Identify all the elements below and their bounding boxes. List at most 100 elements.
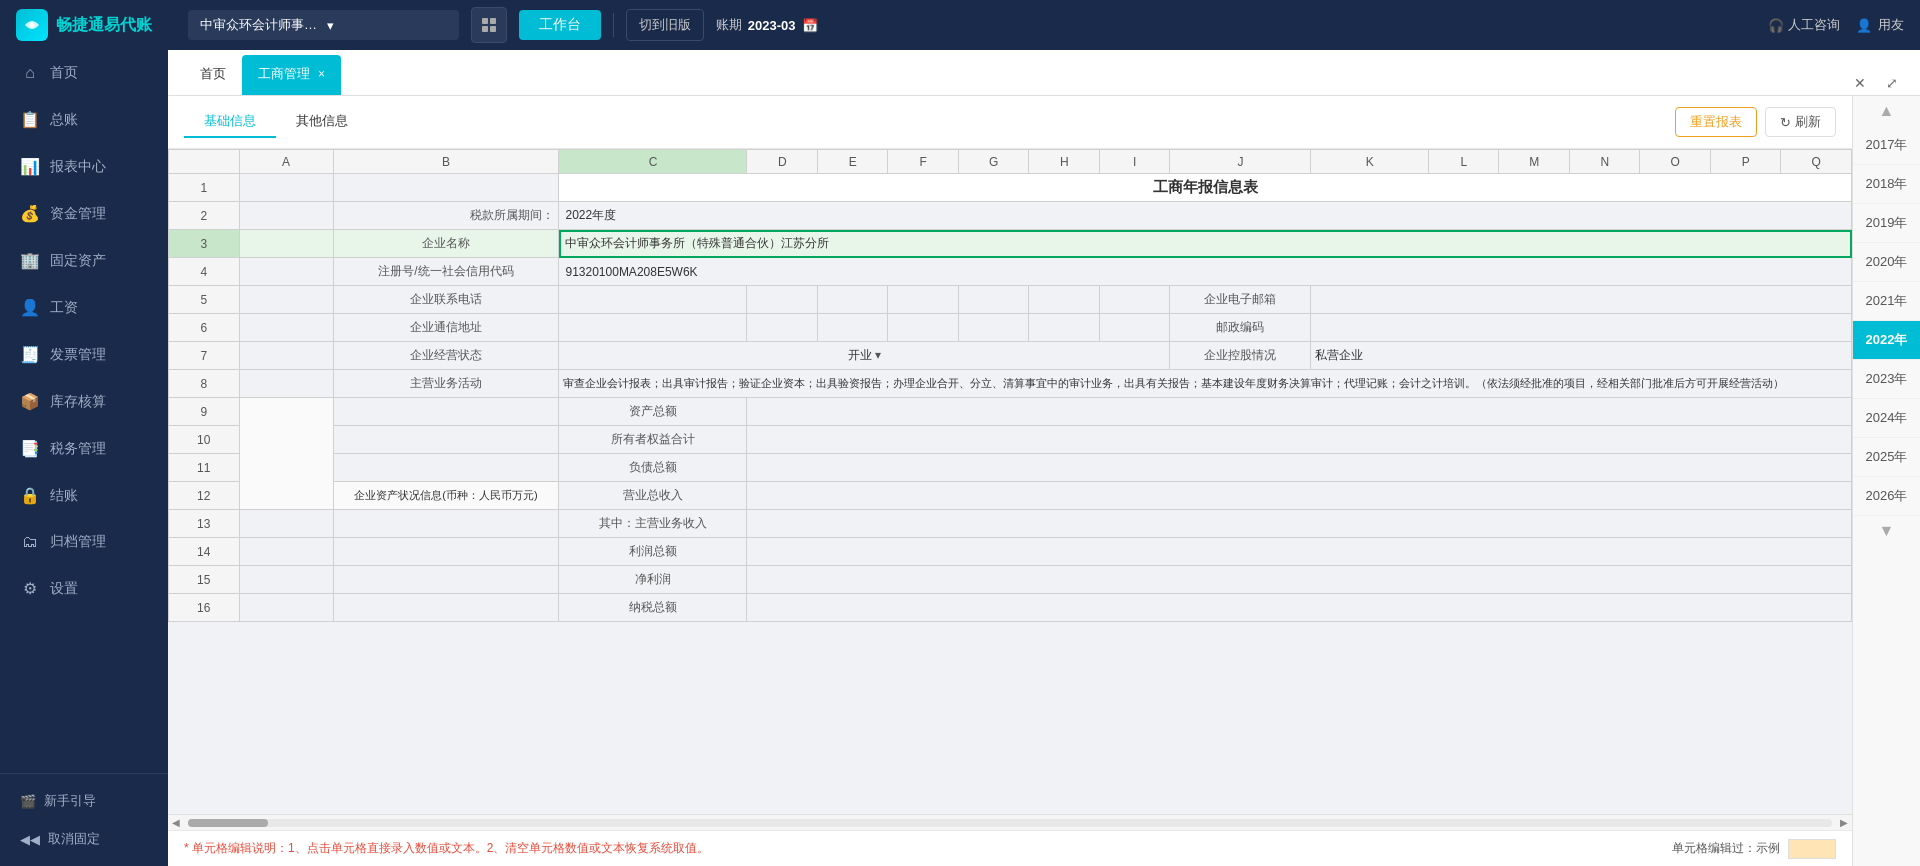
year-item-2018[interactable]: 2018年 xyxy=(1853,165,1920,204)
cell-10-d[interactable] xyxy=(747,426,1852,454)
year-item-2023[interactable]: 2023年 xyxy=(1853,360,1920,399)
calendar-icon[interactable]: 📅 xyxy=(802,18,818,33)
cell-4-c[interactable]: 91320100MA208E5W6K xyxy=(559,258,1852,286)
company-selector[interactable]: 中审众环会计师事务所（特殊普通合伙... ▾ xyxy=(188,10,459,40)
cell-11-c[interactable]: 负债总额 xyxy=(559,454,747,482)
cell-9-b[interactable] xyxy=(333,398,559,426)
cell-14-b[interactable] xyxy=(333,538,559,566)
cell-9-d[interactable] xyxy=(747,398,1852,426)
cell-5-g[interactable] xyxy=(958,286,1029,314)
year-item-2017[interactable]: 2017年 xyxy=(1853,126,1920,165)
cell-12-c[interactable]: 营业总收入 xyxy=(559,482,747,510)
cell-8-a[interactable] xyxy=(239,370,333,398)
sidebar-item-inventory[interactable]: 📦 库存核算 xyxy=(0,378,168,425)
expand-window-icon[interactable]: ⤢ xyxy=(1880,71,1904,95)
cell-6-e[interactable] xyxy=(817,314,888,342)
cell-14-a[interactable] xyxy=(239,538,333,566)
cell-2-c[interactable]: 2022年度 xyxy=(559,202,1852,230)
cell-11-d[interactable] xyxy=(747,454,1852,482)
year-item-2025[interactable]: 2025年 xyxy=(1853,438,1920,477)
sidebar-item-close[interactable]: 🔒 结账 xyxy=(0,472,168,519)
cell-16-d[interactable] xyxy=(747,594,1852,622)
cell-8-c[interactable]: 审查企业会计报表；出具审计报告；验证企业资本；出具验资报告；办理企业合开、分立、… xyxy=(559,370,1852,398)
cell-5-b[interactable]: 企业联系电话 xyxy=(333,286,559,314)
sidebar-item-fund[interactable]: 💰 资金管理 xyxy=(0,190,168,237)
cell-15-b[interactable] xyxy=(333,566,559,594)
service-button[interactable]: 🎧 人工咨询 xyxy=(1768,16,1840,34)
company-icon-btn[interactable] xyxy=(471,7,507,43)
cell-1-a[interactable] xyxy=(239,174,333,202)
scroll-left-arrow[interactable]: ◀ xyxy=(168,815,184,831)
cell-6-b[interactable]: 企业通信地址 xyxy=(333,314,559,342)
cell-9-a[interactable] xyxy=(239,398,333,510)
cell-3-c[interactable]: 中审众环会计师事务所（特殊普通合伙）江苏分所 xyxy=(559,230,1852,258)
sidebar-item-report[interactable]: 📊 报表中心 xyxy=(0,143,168,190)
cell-12-d[interactable] xyxy=(747,482,1852,510)
cell-6-a[interactable] xyxy=(239,314,333,342)
sub-tab-basic[interactable]: 基础信息 xyxy=(184,106,276,138)
cell-6-h[interactable] xyxy=(1029,314,1100,342)
tab-home[interactable]: 首页 xyxy=(184,55,242,95)
cell-5-f[interactable] xyxy=(888,286,959,314)
year-item-2024[interactable]: 2024年 xyxy=(1853,399,1920,438)
cell-5-i[interactable] xyxy=(1099,286,1170,314)
cell-5-a[interactable] xyxy=(239,286,333,314)
horizontal-scrollbar[interactable]: ◀ ▶ xyxy=(168,814,1852,830)
cell-13-a[interactable] xyxy=(239,510,333,538)
cell-title[interactable]: 工商年报信息表 xyxy=(559,174,1852,202)
cell-16-c[interactable]: 纳税总额 xyxy=(559,594,747,622)
cell-14-c[interactable]: 利润总额 xyxy=(559,538,747,566)
old-version-button[interactable]: 切到旧版 xyxy=(626,9,704,41)
sidebar-item-ledger[interactable]: 📋 总账 xyxy=(0,96,168,143)
new-guide-item[interactable]: 🎬 新手引导 xyxy=(0,782,168,820)
cell-9-c[interactable]: 资产总额 xyxy=(559,398,747,426)
cell-7-k[interactable]: 私营企业 xyxy=(1311,342,1852,370)
cell-5-d[interactable] xyxy=(747,286,818,314)
cell-16-a[interactable] xyxy=(239,594,333,622)
tab-close-icon[interactable]: × xyxy=(318,67,325,81)
cell-6-c[interactable] xyxy=(559,314,747,342)
cell-6-f[interactable] xyxy=(888,314,959,342)
year-item-2021[interactable]: 2021年 xyxy=(1853,282,1920,321)
cell-2-a[interactable] xyxy=(239,202,333,230)
cell-7-c[interactable]: 开业 ▾ xyxy=(559,342,1170,370)
scroll-thumb[interactable] xyxy=(188,819,268,827)
cell-10-c[interactable]: 所有者权益合计 xyxy=(559,426,747,454)
cell-15-d[interactable] xyxy=(747,566,1852,594)
sidebar-item-settings[interactable]: ⚙ 设置 xyxy=(0,565,168,612)
user-area[interactable]: 👤 用友 xyxy=(1856,16,1904,34)
sidebar-item-invoice[interactable]: 🧾 发票管理 xyxy=(0,331,168,378)
cell-5-e[interactable] xyxy=(817,286,888,314)
year-panel-down[interactable]: ▼ xyxy=(1853,516,1920,546)
cell-10-b[interactable] xyxy=(333,426,559,454)
cell-6-j[interactable]: 邮政编码 xyxy=(1170,314,1311,342)
cell-5-j[interactable]: 企业电子邮箱 xyxy=(1170,286,1311,314)
sidebar-item-home[interactable]: ⌂ 首页 xyxy=(0,50,168,96)
close-window-icon[interactable]: ✕ xyxy=(1848,71,1872,95)
cell-2-b[interactable]: 税款所属期间： xyxy=(333,202,559,230)
cell-7-a[interactable] xyxy=(239,342,333,370)
unpin-item[interactable]: ◀◀ 取消固定 xyxy=(0,820,168,858)
cell-6-d[interactable] xyxy=(747,314,818,342)
year-item-2019[interactable]: 2019年 xyxy=(1853,204,1920,243)
cell-14-d[interactable] xyxy=(747,538,1852,566)
cell-3-a[interactable] xyxy=(239,230,333,258)
cell-5-k[interactable] xyxy=(1311,286,1852,314)
cell-11-b[interactable] xyxy=(333,454,559,482)
cell-15-a[interactable] xyxy=(239,566,333,594)
tab-commerce[interactable]: 工商管理 × xyxy=(242,55,341,95)
year-item-2020[interactable]: 2020年 xyxy=(1853,243,1920,282)
cell-8-b[interactable]: 主营业务活动 xyxy=(333,370,559,398)
cell-3-b[interactable]: 企业名称 xyxy=(333,230,559,258)
year-item-2022[interactable]: 2022年 xyxy=(1853,321,1920,360)
cell-6-i[interactable] xyxy=(1099,314,1170,342)
cell-12-b[interactable]: 企业资产状况信息(币种：人民币万元) xyxy=(333,482,559,510)
cell-13-b[interactable] xyxy=(333,510,559,538)
cell-13-d[interactable] xyxy=(747,510,1852,538)
cell-7-b[interactable]: 企业经营状态 xyxy=(333,342,559,370)
cell-7-j[interactable]: 企业控股情况 xyxy=(1170,342,1311,370)
scroll-right-arrow[interactable]: ▶ xyxy=(1836,815,1852,831)
cell-6-k[interactable] xyxy=(1311,314,1852,342)
cell-5-c[interactable] xyxy=(559,286,747,314)
reset-button[interactable]: 重置报表 xyxy=(1675,107,1757,137)
